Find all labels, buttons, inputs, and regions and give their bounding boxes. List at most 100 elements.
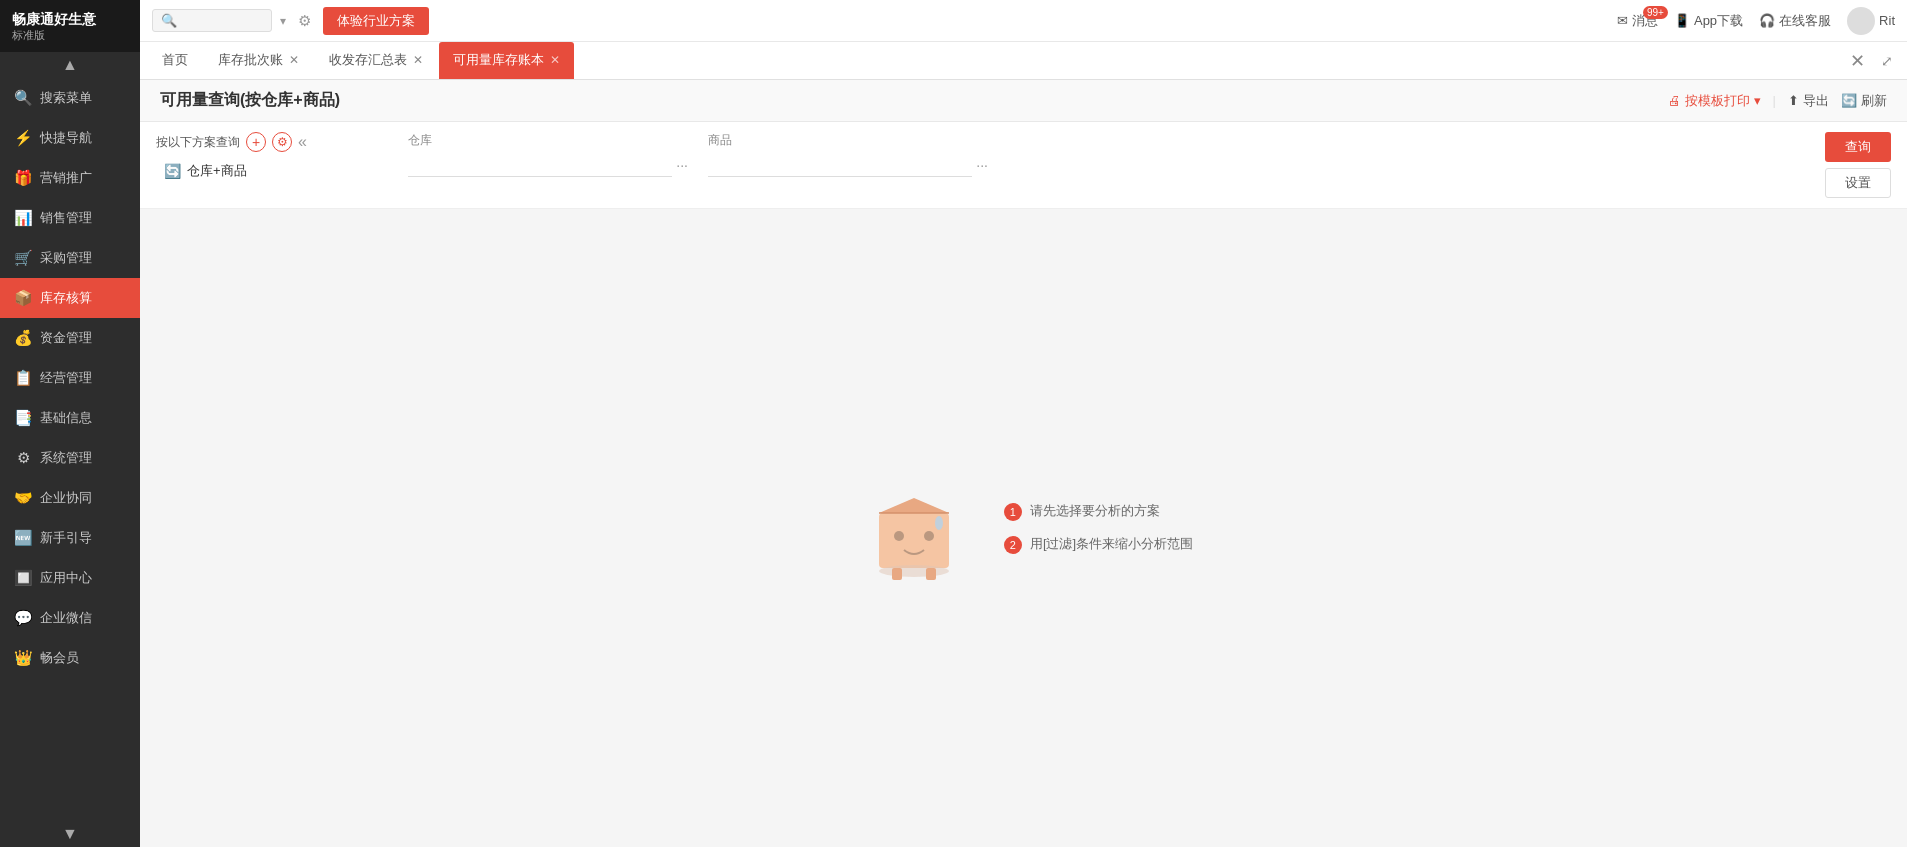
separator: | bbox=[1773, 93, 1776, 108]
sidebar-label-ops-mgmt: 经营管理 bbox=[40, 369, 92, 387]
warehouse-more-icon[interactable]: ··· bbox=[676, 157, 688, 173]
message-icon: ✉ bbox=[1617, 13, 1628, 28]
query-btn[interactable]: 查询 bbox=[1825, 132, 1891, 162]
product-field: 商品 ··· bbox=[708, 132, 988, 177]
logo-sub: 标准版 bbox=[12, 28, 128, 42]
sidebar-item-new-guide[interactable]: 🆕 新手引导 bbox=[0, 518, 140, 558]
sidebar-label-sys-mgmt: 系统管理 bbox=[40, 449, 92, 467]
search-icon: 🔍 bbox=[161, 13, 177, 28]
sidebar-item-search-menu[interactable]: 🔍 搜索菜单 bbox=[0, 78, 140, 118]
tab-close-receipts-summary[interactable]: ✕ bbox=[413, 53, 423, 67]
sidebar-item-member[interactable]: 👑 畅会员 bbox=[0, 638, 140, 678]
svg-point-3 bbox=[894, 531, 904, 541]
scheme-item-warehouse-product[interactable]: 🔄 仓库+商品 bbox=[156, 158, 396, 184]
collapse-btn[interactable]: « bbox=[298, 133, 307, 151]
tab-home[interactable]: 首页 bbox=[148, 42, 202, 79]
search-input[interactable] bbox=[181, 14, 261, 28]
sidebar-label-enterprise: 企业协同 bbox=[40, 489, 92, 507]
sidebar-item-enterprise[interactable]: 🤝 企业协同 bbox=[0, 478, 140, 518]
export-btn[interactable]: ⬆ 导出 bbox=[1788, 92, 1829, 110]
sidebar-label-inventory: 库存核算 bbox=[40, 289, 92, 307]
enterprise-icon: 🤝 bbox=[14, 489, 32, 507]
sidebar-label-sales-mgmt: 销售管理 bbox=[40, 209, 92, 227]
messages-btn[interactable]: ✉ 消息 99+ bbox=[1617, 12, 1658, 30]
chevron-down-icon: ▾ bbox=[1754, 93, 1761, 108]
sidebar-label-quick-nav: 快捷导航 bbox=[40, 129, 92, 147]
svg-marker-1 bbox=[879, 498, 949, 513]
user-avatar[interactable]: Rit bbox=[1847, 7, 1895, 35]
sidebar-item-enterprise-wx[interactable]: 💬 企业微信 bbox=[0, 598, 140, 638]
sidebar-scroll-down[interactable]: ▼ bbox=[0, 821, 140, 847]
tab-available-ledger[interactable]: 可用量库存账本 ✕ bbox=[439, 42, 574, 79]
logo: 畅康通好生意 标准版 bbox=[0, 0, 140, 52]
username: Rit bbox=[1879, 13, 1895, 28]
sidebar-item-ops-mgmt[interactable]: 📋 经营管理 bbox=[0, 358, 140, 398]
search-menu-icon: 🔍 bbox=[14, 89, 32, 107]
settings-scheme-btn[interactable]: ⚙ bbox=[272, 132, 292, 152]
refresh-btn[interactable]: 🔄 刷新 bbox=[1841, 92, 1887, 110]
settings-btn[interactable]: 设置 bbox=[1825, 168, 1891, 198]
app-center-icon: 🔲 bbox=[14, 569, 32, 587]
page-header: 可用量查询(按仓库+商品) 🖨 按模板打印 ▾ | ⬆ 导出 🔄 刷新 bbox=[140, 80, 1907, 122]
chevron-down-icon[interactable]: ▾ bbox=[280, 14, 286, 28]
tab-close-all-btn[interactable]: ✕ bbox=[1844, 46, 1871, 76]
template-print-btn[interactable]: 🖨 按模板打印 ▾ bbox=[1668, 92, 1761, 110]
content-area: 可用量查询(按仓库+商品) 🖨 按模板打印 ▾ | ⬆ 导出 🔄 刷新 bbox=[140, 80, 1907, 847]
tip-item-2: 2 用[过滤]条件来缩小分析范围 bbox=[1004, 535, 1193, 554]
sidebar-label-new-guide: 新手引导 bbox=[40, 529, 92, 547]
search-box[interactable]: 🔍 bbox=[152, 9, 272, 32]
product-input[interactable] bbox=[708, 153, 972, 177]
sidebar-scroll-up[interactable]: ▲ bbox=[0, 52, 140, 78]
tab-batch-ledger[interactable]: 库存批次账 ✕ bbox=[204, 42, 313, 79]
tip-text-1: 请先选择要分析的方案 bbox=[1030, 502, 1160, 520]
refresh-icon: 🔄 bbox=[1841, 93, 1857, 108]
sidebar-item-basic-info[interactable]: 📑 基础信息 bbox=[0, 398, 140, 438]
tip-item-1: 1 请先选择要分析的方案 bbox=[1004, 502, 1193, 521]
filter-actions: 查询 设置 bbox=[1825, 132, 1891, 198]
sidebar-item-inventory[interactable]: 📦 库存核算 bbox=[0, 278, 140, 318]
tab-label-available-ledger: 可用量库存账本 bbox=[453, 51, 544, 69]
sidebar-item-purchase-mgmt[interactable]: 🛒 采购管理 bbox=[0, 238, 140, 278]
export-icon: ⬆ bbox=[1788, 93, 1799, 108]
logo-main: 畅康通好生意 bbox=[12, 10, 128, 28]
warehouse-input[interactable] bbox=[408, 153, 672, 177]
sidebar-item-app-center[interactable]: 🔲 应用中心 bbox=[0, 558, 140, 598]
sidebar-label-app-center: 应用中心 bbox=[40, 569, 92, 587]
ops-mgmt-icon: 📋 bbox=[14, 369, 32, 387]
add-scheme-btn[interactable]: + bbox=[246, 132, 266, 152]
topbar-right: ✉ 消息 99+ 📱 App下载 🎧 在线客服 Rit bbox=[1617, 7, 1895, 35]
gear-icon[interactable]: ⚙ bbox=[294, 8, 315, 34]
filter-area: 按以下方案查询 + ⚙ « 🔄 仓库+商品 仓库 ··· bbox=[140, 122, 1907, 209]
tab-close-available-ledger[interactable]: ✕ bbox=[550, 53, 560, 67]
sidebar-item-quick-nav[interactable]: ⚡ 快捷导航 bbox=[0, 118, 140, 158]
sys-mgmt-icon: ⚙ bbox=[14, 449, 32, 467]
sidebar-label-purchase-mgmt: 采购管理 bbox=[40, 249, 92, 267]
sidebar-label-search-menu: 搜索菜单 bbox=[40, 89, 92, 107]
topbar: 🔍 ▾ ⚙ 体验行业方案 ✉ 消息 99+ 📱 App下载 🎧 在线客服 Rit bbox=[140, 0, 1907, 42]
sidebar-label-finance: 资金管理 bbox=[40, 329, 92, 347]
svg-point-6 bbox=[879, 565, 949, 577]
sidebar-item-sales-mgmt[interactable]: 📊 销售管理 bbox=[0, 198, 140, 238]
industry-btn[interactable]: 体验行业方案 bbox=[323, 7, 429, 35]
sidebar-item-finance[interactable]: 💰 资金管理 bbox=[0, 318, 140, 358]
phone-icon: 📱 bbox=[1674, 13, 1690, 28]
tip-num-1: 1 bbox=[1004, 503, 1022, 521]
scheme-label-text: 仓库+商品 bbox=[187, 162, 247, 180]
page-header-actions: 🖨 按模板打印 ▾ | ⬆ 导出 🔄 刷新 bbox=[1668, 92, 1887, 110]
quick-nav-icon: ⚡ bbox=[14, 129, 32, 147]
tab-close-batch-ledger[interactable]: ✕ bbox=[289, 53, 299, 67]
marketing-icon: 🎁 bbox=[14, 169, 32, 187]
online-service-btn[interactable]: 🎧 在线客服 bbox=[1759, 12, 1831, 30]
filter-fields: 仓库 ··· 商品 ··· bbox=[408, 132, 1813, 177]
product-more-icon[interactable]: ··· bbox=[976, 157, 988, 173]
sales-mgmt-icon: 📊 bbox=[14, 209, 32, 227]
tabbar: 首页库存批次账 ✕收发存汇总表 ✕可用量库存账本 ✕ ✕ ⤢ bbox=[140, 42, 1907, 80]
app-download-btn[interactable]: 📱 App下载 bbox=[1674, 12, 1743, 30]
tip-text-2: 用[过滤]条件来缩小分析范围 bbox=[1030, 535, 1193, 553]
tab-expand-btn[interactable]: ⤢ bbox=[1875, 49, 1899, 73]
sidebar-item-sys-mgmt[interactable]: ⚙ 系统管理 bbox=[0, 438, 140, 478]
filter-label-row: 按以下方案查询 + ⚙ « bbox=[156, 132, 396, 152]
tab-receipts-summary[interactable]: 收发存汇总表 ✕ bbox=[315, 42, 437, 79]
sidebar-item-marketing[interactable]: 🎁 营销推广 bbox=[0, 158, 140, 198]
tab-label-home: 首页 bbox=[162, 51, 188, 69]
